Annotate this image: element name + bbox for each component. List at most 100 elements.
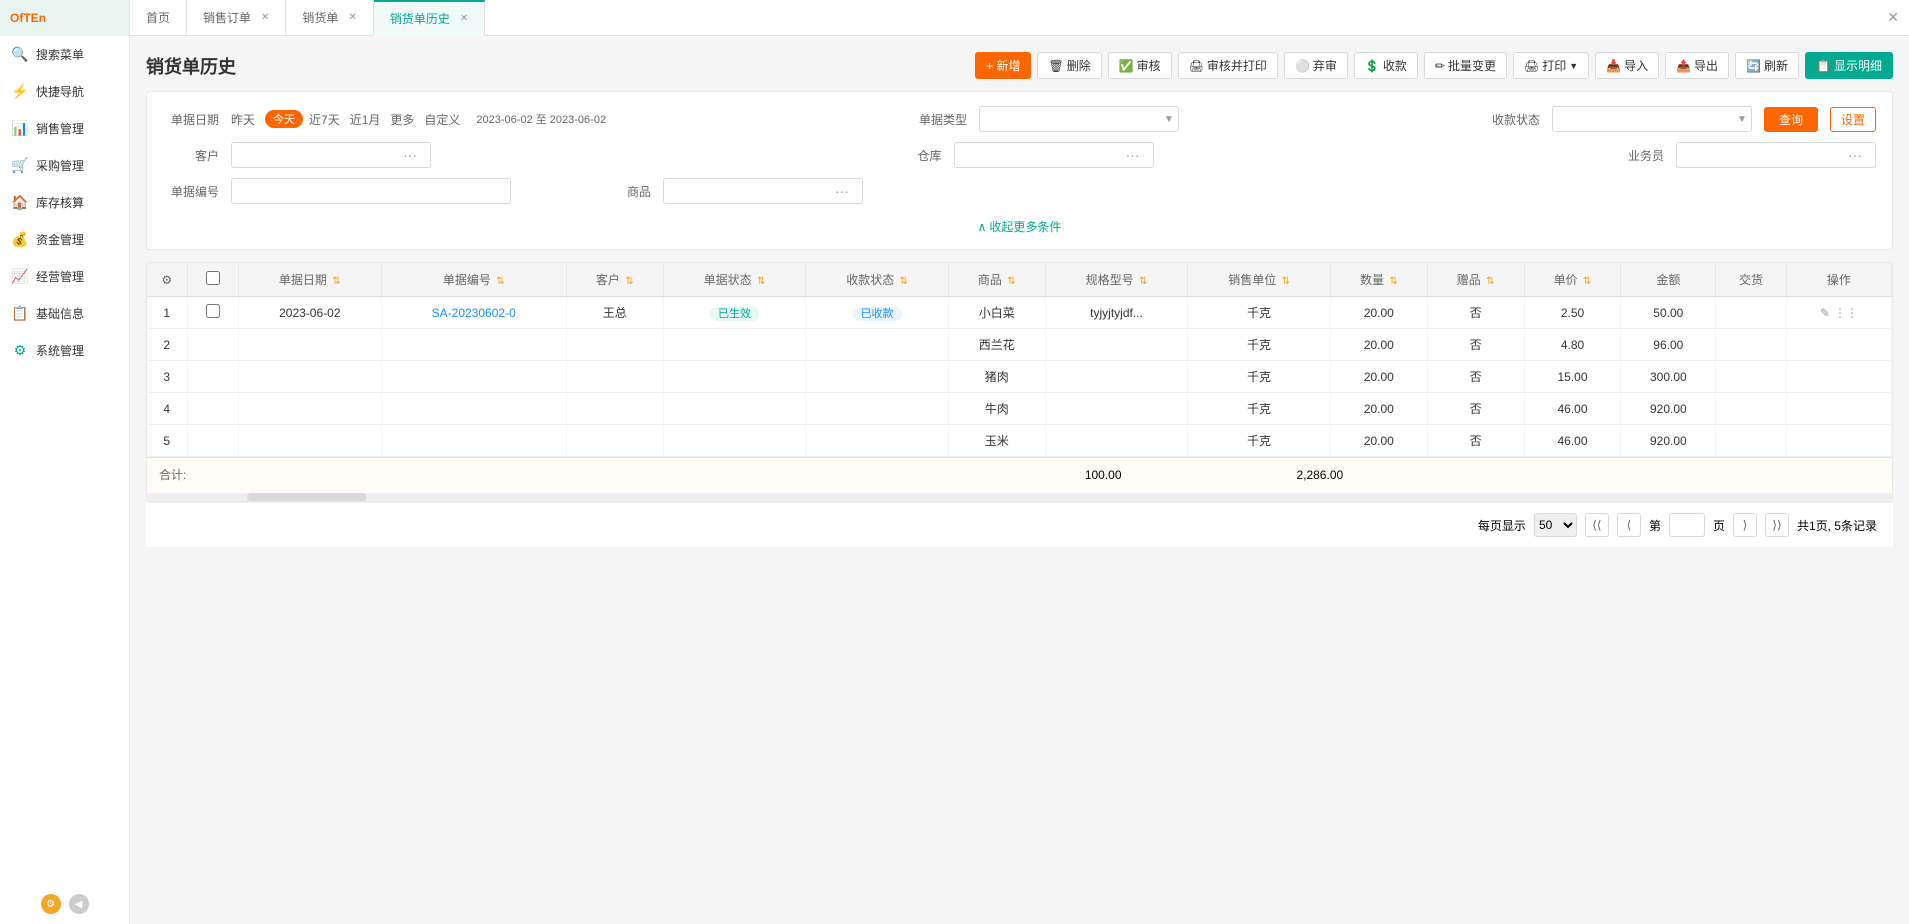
cell-docno [381, 425, 566, 457]
tab-close-sales-order[interactable]: ✕ [261, 12, 269, 23]
payment-dropdown-icon[interactable]: ▼ [1733, 114, 1751, 125]
audit-print-button[interactable]: 🖨 审核并打印 [1178, 52, 1278, 79]
per-page-select[interactable]: 50 100 200 [1534, 513, 1577, 537]
print-button[interactable]: 🖨 打印 ▼ [1513, 52, 1589, 79]
warehouse-ellipsis-icon[interactable]: ··· [1126, 147, 1140, 163]
table-row: 4 牛肉 千克 20.00 否 46.00 920.00 [147, 393, 1892, 425]
sort-date-icon[interactable]: ⇅ [332, 276, 340, 287]
prev-page-btn[interactable]: ⟨ [1617, 513, 1641, 537]
cell-docstatus [663, 425, 806, 457]
total-info: 共1页, 5条记录 [1797, 517, 1877, 534]
sidebar-collapse-icon[interactable]: ◀ [69, 894, 89, 914]
payment-input[interactable] [1553, 107, 1733, 131]
sidebar-settings-icon[interactable]: ⚙ [41, 894, 61, 914]
refresh-button[interactable]: 🔄 刷新 [1735, 52, 1799, 79]
sort-docno-icon[interactable]: ⇅ [496, 276, 504, 287]
salesperson-label: 业务员 [1608, 147, 1664, 164]
abandon-button[interactable]: ⚪ 弃审 [1284, 52, 1348, 79]
warehouse-input[interactable] [955, 143, 1126, 167]
sort-gift-icon[interactable]: ⇅ [1486, 276, 1494, 287]
customer-input[interactable] [232, 143, 403, 167]
horizontal-scrollbar[interactable] [147, 493, 1892, 501]
show-detail-button[interactable]: 📋 显示明细 [1805, 52, 1893, 79]
edit-op-icon[interactable]: ✎ [1820, 306, 1830, 320]
customer-ellipsis-icon[interactable]: ··· [403, 147, 417, 163]
date-option-1month[interactable]: 近1月 [350, 111, 381, 128]
tab-home[interactable]: 首页 [130, 0, 187, 36]
cell-index: 1 [147, 297, 187, 329]
type-input[interactable] [980, 107, 1160, 131]
sort-qty-icon[interactable]: ⇅ [1389, 276, 1397, 287]
sidebar-item-sys-mgmt[interactable]: ⚙ 系统管理 [0, 332, 129, 369]
tab-bar: 首页 销售订单 ✕ 销货单 ✕ 销货单历史 ✕ ✕ [130, 0, 1909, 36]
sidebar-item-finance[interactable]: 💰 资金管理 [0, 221, 129, 258]
sidebar-item-basic-info[interactable]: 📋 基础信息 [0, 295, 129, 332]
table-row: 5 玉米 千克 20.00 否 46.00 920.00 [147, 425, 1892, 457]
current-page-input[interactable]: 1 [1669, 513, 1705, 537]
tab-sales-history[interactable]: 销货单历史 ✕ [374, 0, 485, 36]
tab-close-sales-history[interactable]: ✕ [460, 13, 468, 24]
row-checkbox[interactable] [206, 304, 220, 318]
export-button[interactable]: 📤 导出 [1665, 52, 1729, 79]
delete-button[interactable]: 🗑 删除 [1037, 52, 1101, 79]
sort-price-icon[interactable]: ⇅ [1583, 276, 1591, 287]
import-button[interactable]: 📥 导入 [1595, 52, 1659, 79]
page-label: 第 [1649, 517, 1661, 534]
audit-button[interactable]: ✅ 审核 [1108, 52, 1172, 79]
close-all-tabs-icon[interactable]: ✕ [1887, 9, 1899, 26]
sidebar-item-inventory[interactable]: 🏠 库存核算 [0, 184, 129, 221]
cell-docstatus [663, 361, 806, 393]
salesperson-ellipsis-icon[interactable]: ··· [1848, 147, 1862, 163]
batch-change-button[interactable]: ✏ 批量变更 [1424, 52, 1507, 79]
sidebar-item-quick-nav[interactable]: ⚡ 快捷导航 [0, 73, 129, 110]
print-arrow-icon: ▼ [1569, 61, 1578, 71]
tab-sales-goods[interactable]: 销货单 ✕ [286, 0, 373, 36]
goods-input[interactable] [664, 179, 835, 203]
cell-index: 2 [147, 329, 187, 361]
goods-ellipsis-icon[interactable]: ··· [835, 183, 849, 199]
tab-sales-order[interactable]: 销售订单 ✕ [187, 0, 286, 36]
first-page-btn[interactable]: ⟨⟨ [1585, 513, 1609, 537]
next-page-btn[interactable]: ⟩ [1733, 513, 1757, 537]
settings-btn[interactable]: 设置 [1830, 107, 1876, 132]
date-option-custom[interactable]: 自定义 [424, 111, 460, 128]
cell-gift: 否 [1427, 361, 1524, 393]
sort-spec-icon[interactable]: ⇅ [1139, 276, 1147, 287]
collect-button[interactable]: 💲 收款 [1354, 52, 1418, 79]
add-button[interactable]: + 新增 [975, 52, 1031, 79]
date-option-more[interactable]: 更多 [390, 111, 414, 128]
sort-goods-icon[interactable]: ⇅ [1007, 276, 1015, 287]
summary-label: 合计: [159, 466, 186, 483]
sort-customer-icon[interactable]: ⇅ [625, 276, 633, 287]
th-checkbox [187, 263, 239, 297]
sidebar-item-ops-mgmt[interactable]: 📈 经营管理 [0, 258, 129, 295]
query-button[interactable]: 查询 [1764, 107, 1818, 132]
sort-unit-icon[interactable]: ⇅ [1282, 276, 1290, 287]
more-op-icon[interactable]: ⋮⋮ [1834, 306, 1858, 320]
cell-ops [1786, 329, 1891, 361]
last-page-btn[interactable]: ⟩⟩ [1765, 513, 1789, 537]
sort-payment-icon[interactable]: ⇅ [900, 276, 908, 287]
select-all-checkbox[interactable] [206, 271, 220, 285]
th-settings[interactable]: ⚙ [147, 263, 187, 297]
docno-input[interactable] [231, 178, 511, 204]
date-option-today[interactable]: 今天 [265, 110, 303, 128]
salesperson-input[interactable] [1677, 143, 1848, 167]
sort-docstatus-icon[interactable]: ⇅ [757, 276, 765, 287]
th-unit: 销售单位 ⇅ [1188, 263, 1331, 297]
collapse-filter-btn[interactable]: ∧ 收起更多条件 [978, 218, 1062, 235]
column-settings-icon[interactable]: ⚙ [161, 273, 172, 287]
date-option-7days[interactable]: 近7天 [309, 111, 340, 128]
sidebar-item-search-menu[interactable]: 🔍 搜索菜单 [0, 36, 129, 73]
sidebar-item-purchase-mgmt[interactable]: 🛒 采购管理 [0, 147, 129, 184]
cell-docstatus [663, 393, 806, 425]
th-amount: 金额 [1621, 263, 1716, 297]
date-option-yesterday[interactable]: 昨天 [231, 111, 255, 128]
tab-close-sales-goods[interactable]: ✕ [348, 12, 356, 23]
page-title: 销货单历史 [146, 53, 236, 79]
doc-no-link[interactable]: SA-20230602-0 [432, 306, 516, 320]
cell-spec [1045, 425, 1188, 457]
sidebar-item-sales-mgmt[interactable]: 📊 销售管理 [0, 110, 129, 147]
scrollbar-thumb[interactable] [247, 493, 367, 501]
type-dropdown-icon[interactable]: ▼ [1160, 114, 1178, 125]
